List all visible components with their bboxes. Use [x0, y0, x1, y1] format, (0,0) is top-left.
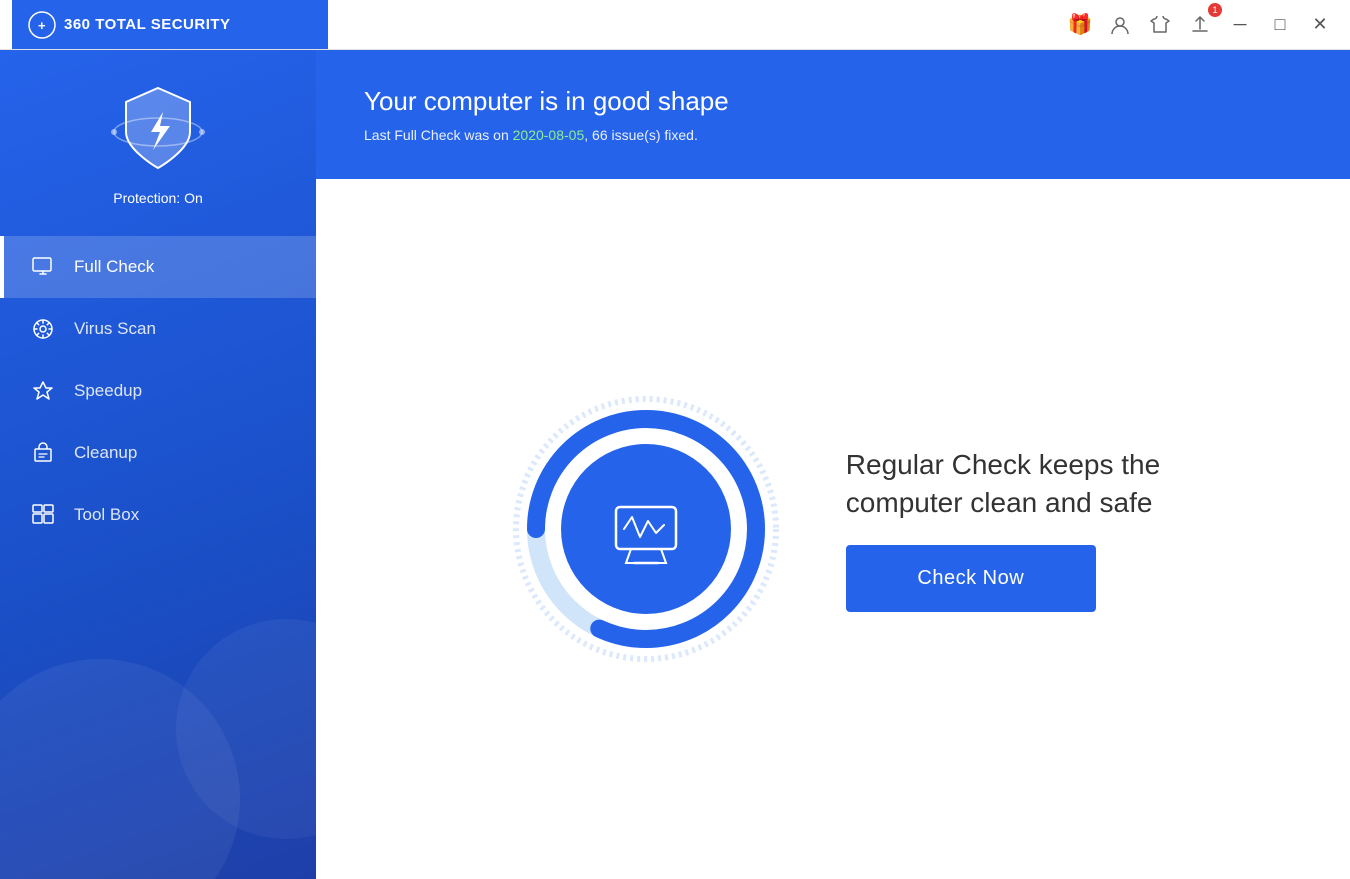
maximize-icon: □ [1275, 14, 1286, 35]
close-button[interactable]: ✕ [1302, 7, 1338, 43]
sidebar: Protection: On Full Check [0, 50, 316, 879]
title-bar: + 360 TOTAL SECURITY 🎁 1 [0, 0, 1350, 50]
tool-box-icon [30, 502, 56, 528]
sidebar-item-cleanup[interactable]: Cleanup [0, 422, 316, 484]
donut-chart [506, 389, 786, 669]
gift-icon: 🎁 [1068, 12, 1093, 37]
close-icon: ✕ [1312, 14, 1327, 35]
upload-button[interactable]: 1 [1182, 7, 1218, 43]
user-button[interactable] [1102, 7, 1138, 43]
banner-sub-before: Last Full Check was on [364, 127, 513, 143]
app-name-label: 360 TOTAL SECURITY [64, 16, 231, 33]
check-now-button[interactable]: Check Now [846, 545, 1096, 612]
minimize-button[interactable]: ─ [1222, 7, 1258, 43]
app-logo-icon: + [28, 11, 56, 39]
banner-subtitle: Last Full Check was on 2020-08-05, 66 is… [364, 127, 1302, 143]
app-title-area: + 360 TOTAL SECURITY [12, 0, 328, 49]
content-area: Your computer is in good shape Last Full… [316, 50, 1350, 879]
protection-label: Protection: On [113, 190, 203, 206]
shirt-icon [1149, 14, 1171, 36]
top-banner: Your computer is in good shape Last Full… [316, 50, 1350, 179]
gift-button[interactable]: 🎁 [1062, 7, 1098, 43]
sidebar-item-label-tool-box: Tool Box [74, 505, 139, 525]
minimize-icon: ─ [1234, 14, 1247, 35]
sidebar-item-full-check[interactable]: Full Check [0, 236, 316, 298]
sidebar-item-label-speedup: Speedup [74, 381, 142, 401]
sidebar-item-speedup[interactable]: Speedup [0, 360, 316, 422]
panel-title: Regular Check keeps thecomputer clean an… [846, 446, 1160, 522]
svg-text:+: + [38, 18, 46, 33]
sidebar-logo-area: Protection: On [0, 50, 316, 226]
speedup-icon [30, 378, 56, 404]
sidebar-item-label-full-check: Full Check [74, 257, 154, 277]
right-panel: Regular Check keeps thecomputer clean an… [846, 446, 1160, 613]
banner-sub-after: , 66 issue(s) fixed. [584, 127, 698, 143]
upload-badge: 1 [1208, 3, 1222, 17]
virus-scan-icon [30, 316, 56, 342]
main-layout: Protection: On Full Check [0, 50, 1350, 879]
banner-date: 2020-08-05 [513, 127, 585, 143]
upload-icon [1189, 14, 1211, 36]
donut-chart-svg [506, 389, 786, 669]
sidebar-nav: Full Check Virus Scan [0, 236, 316, 879]
sidebar-item-virus-scan[interactable]: Virus Scan [0, 298, 316, 360]
banner-title: Your computer is in good shape [364, 86, 1302, 117]
sidebar-item-label-cleanup: Cleanup [74, 443, 137, 463]
sidebar-item-label-virus-scan: Virus Scan [74, 319, 156, 339]
main-content: Regular Check keeps thecomputer clean an… [316, 179, 1350, 879]
full-check-icon [30, 254, 56, 280]
shirt-button[interactable] [1142, 7, 1178, 43]
sidebar-item-tool-box[interactable]: Tool Box [0, 484, 316, 546]
window-controls: 🎁 1 ─ □ [1062, 7, 1338, 43]
shield-icon [108, 80, 208, 180]
user-icon [1109, 14, 1131, 36]
maximize-button[interactable]: □ [1262, 7, 1298, 43]
cleanup-icon [30, 440, 56, 466]
